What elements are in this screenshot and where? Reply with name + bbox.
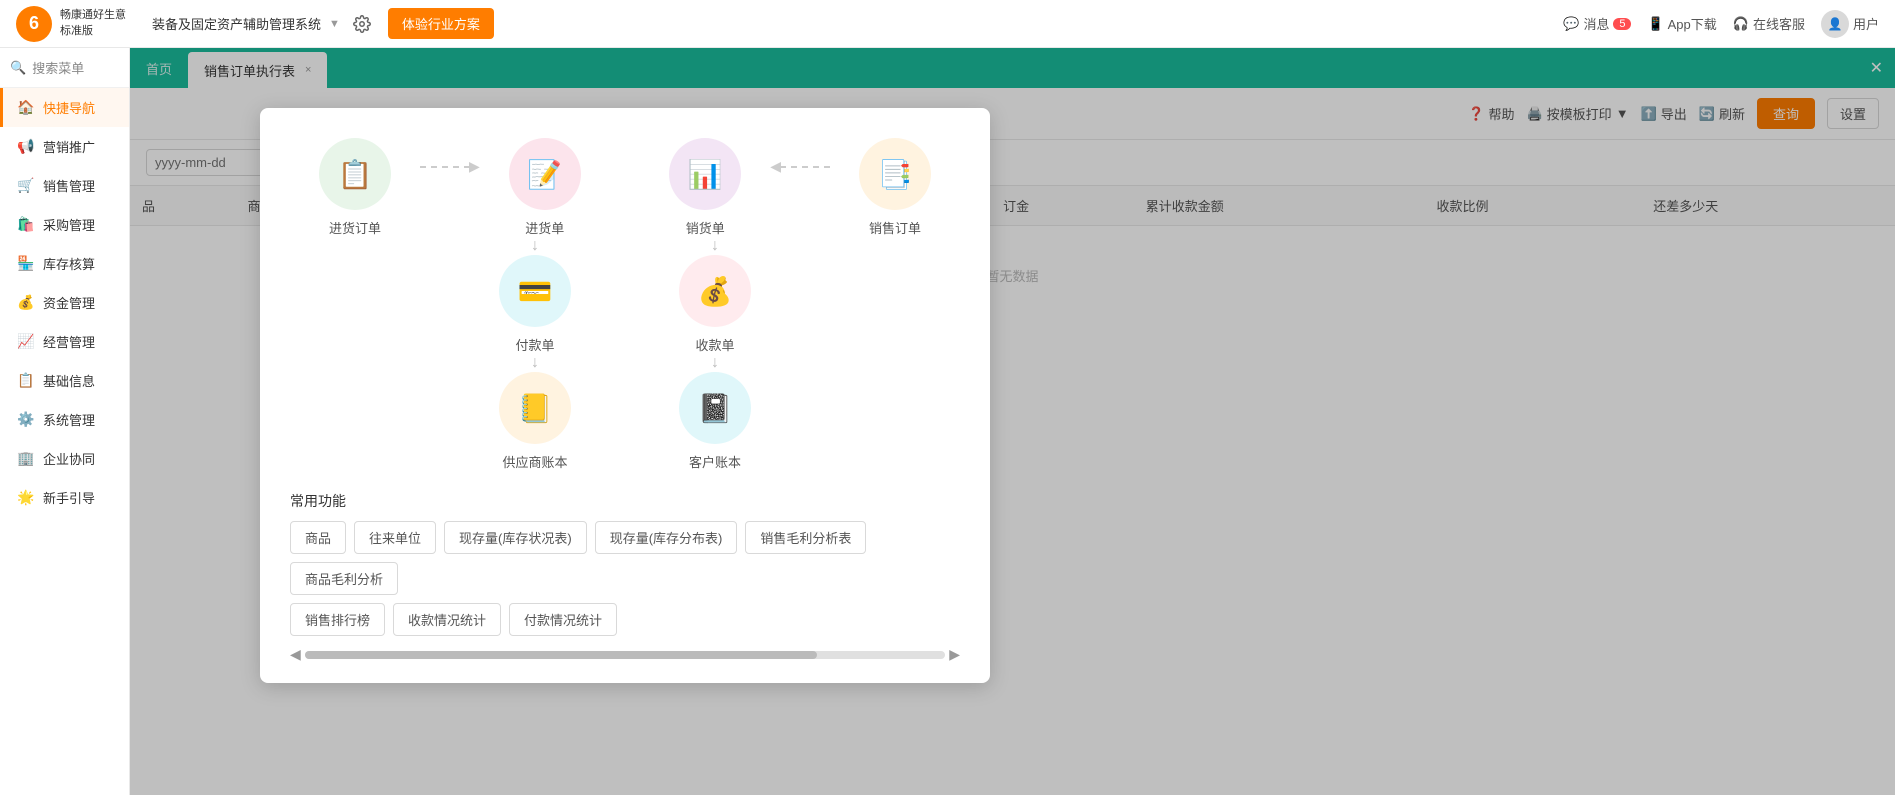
flow-node-purchase-order[interactable]: 📋 进货订单: [290, 138, 420, 237]
home-icon: 🏠: [17, 99, 35, 117]
supplier-ledger-icon: 📒: [518, 392, 553, 425]
flow-node-payment[interactable]: 💳 付款单: [470, 255, 600, 354]
flow-node-sales-bill[interactable]: 📊 销货单: [640, 138, 770, 237]
purchase-bill-circle: 📝: [509, 138, 581, 210]
receipt-label: 收款单: [695, 335, 734, 354]
purchase-icon: 🛍️: [17, 216, 35, 234]
message-badge: 5: [1613, 18, 1631, 30]
sales-order-icon: 📑: [878, 158, 913, 191]
user-menu[interactable]: 👤 用户: [1821, 10, 1879, 38]
marketing-icon: 📢: [17, 138, 35, 156]
scroll-right-btn[interactable]: ▶: [949, 646, 960, 663]
func-btn-payment-stats[interactable]: 付款情况统计: [509, 603, 617, 636]
func-btn-sales-margin[interactable]: 销售毛利分析表: [745, 521, 866, 554]
purchase-order-icon: 📋: [338, 158, 373, 191]
newbie-icon: 🌟: [17, 489, 35, 507]
customer-ledger-circle: 📓: [679, 372, 751, 444]
flow-node-customer-ledger[interactable]: 📓 客户账本: [650, 372, 780, 471]
purchase-bill-label: 进货单: [525, 218, 564, 237]
online-service-button[interactable]: 🎧 在线客服: [1733, 14, 1805, 33]
func-buttons-row1: 商品 往来单位 现存量(库存状况表) 现存量(库存分布表) 销售毛利分析表 商品…: [290, 521, 960, 595]
message-icon: 💬: [1563, 16, 1579, 32]
func-btn-inventory-status[interactable]: 现存量(库存状况表): [444, 521, 587, 554]
payment-label: 付款单: [515, 335, 554, 354]
common-funcs: 常用功能 商品 往来单位 现存量(库存状况表) 现存量(库存分布表) 销售毛利分…: [290, 491, 960, 636]
top-bar: 6 畅康通好生意 标准版 装备及固定资产辅助管理系统 ▼ 体验行业方案 💬 消息…: [0, 0, 1895, 48]
top-bar-right: 💬 消息 5 📱 App下载 🎧 在线客服 👤 用户: [1563, 10, 1879, 38]
sidebar: 🔍 搜索菜单 🏠 快捷导航 📢 营销推广 🛒 销售管理 🛍️ 采购管理 🏪: [0, 48, 130, 795]
purchase-order-circle: 📋: [319, 138, 391, 210]
sidebar-item-system[interactable]: ⚙️ 系统管理: [0, 400, 129, 439]
logo-text: 畅康通好生意 标准版: [60, 8, 126, 39]
logo-area: 6 畅康通好生意 标准版: [16, 6, 136, 42]
experience-button[interactable]: 体验行业方案: [388, 8, 494, 39]
sidebar-item-inventory[interactable]: 🏪 库存核算: [0, 244, 129, 283]
operations-icon: 📈: [17, 333, 35, 351]
message-button[interactable]: 💬 消息 5: [1563, 14, 1631, 33]
popup-card: 📋 进货订单 ▶ 📝 进货单: [260, 108, 990, 683]
sales-bill-circle: 📊: [669, 138, 741, 210]
system-icon: ⚙️: [17, 411, 35, 429]
system-title: 装备及固定资产辅助管理系统: [152, 14, 321, 33]
customer-ledger-icon: 📓: [698, 392, 733, 425]
sales-icon: 🛒: [17, 177, 35, 195]
sales-order-label: 销售订单: [869, 218, 921, 237]
sidebar-item-newbie[interactable]: 🌟 新手引导: [0, 478, 129, 517]
func-btn-product-margin[interactable]: 商品毛利分析: [290, 562, 398, 595]
flow-node-sales-order[interactable]: 📑 销售订单: [830, 138, 960, 237]
search-menu-button[interactable]: 🔍 搜索菜单: [0, 48, 129, 88]
payment-icon: 💳: [518, 275, 553, 308]
sidebar-item-purchase[interactable]: 🛍️ 采购管理: [0, 205, 129, 244]
inventory-icon: 🏪: [17, 255, 35, 273]
receipt-circle: 💰: [679, 255, 751, 327]
sidebar-item-operations[interactable]: 📈 经营管理: [0, 322, 129, 361]
payment-circle: 💳: [499, 255, 571, 327]
content-area: 首页 销售订单执行表 × ✕ ❓ 帮助 🖨️ 按模板打印: [130, 48, 1895, 795]
flow-node-supplier-ledger[interactable]: 📒 供应商账本: [470, 372, 600, 471]
base-info-icon: 📋: [17, 372, 35, 390]
settings-button[interactable]: [348, 10, 376, 38]
sidebar-item-marketing[interactable]: 📢 营销推广: [0, 127, 129, 166]
sidebar-item-sales[interactable]: 🛒 销售管理: [0, 166, 129, 205]
scroll-area[interactable]: ◀ ▶: [290, 646, 960, 663]
avatar: 👤: [1821, 10, 1849, 38]
flow-node-purchase-bill[interactable]: 📝 进货单: [480, 138, 610, 237]
sales-bill-icon: 📊: [688, 158, 723, 191]
func-btn-inventory-dist[interactable]: 现存量(库存分布表): [595, 521, 738, 554]
supplier-ledger-label: 供应商账本: [502, 452, 567, 471]
sidebar-item-base-info[interactable]: 📋 基础信息: [0, 361, 129, 400]
scroll-thumb: [305, 651, 817, 659]
logo-icon: 6: [16, 6, 52, 42]
func-buttons-row2: 销售排行榜 收款情况统计 付款情况统计: [290, 603, 960, 636]
purchase-order-label: 进货订单: [329, 218, 381, 237]
download-icon: 📱: [1647, 16, 1663, 32]
scroll-track: [305, 651, 945, 659]
service-icon: 🎧: [1733, 16, 1749, 32]
search-icon: 🔍: [10, 60, 26, 76]
finance-icon: 💰: [17, 294, 35, 312]
sales-bill-label: 销货单: [686, 218, 725, 237]
func-btn-sales-rank[interactable]: 销售排行榜: [290, 603, 385, 636]
supplier-ledger-circle: 📒: [499, 372, 571, 444]
sidebar-item-quick-nav[interactable]: 🏠 快捷导航: [0, 88, 129, 127]
sales-order-circle: 📑: [859, 138, 931, 210]
receipt-icon: 💰: [698, 275, 733, 308]
enterprise-icon: 🏢: [17, 450, 35, 468]
dropdown-icon[interactable]: ▼: [329, 18, 340, 30]
flow-node-receipt[interactable]: 💰 收款单: [650, 255, 780, 354]
sidebar-item-enterprise[interactable]: 🏢 企业协同: [0, 439, 129, 478]
common-funcs-title: 常用功能: [290, 491, 960, 511]
func-btn-counterpart[interactable]: 往来单位: [354, 521, 436, 554]
app-download-button[interactable]: 📱 App下载: [1647, 14, 1716, 33]
func-btn-product[interactable]: 商品: [290, 521, 346, 554]
purchase-bill-icon: 📝: [527, 158, 562, 191]
customer-ledger-label: 客户账本: [689, 452, 741, 471]
scroll-left-btn[interactable]: ◀: [290, 646, 301, 663]
sidebar-item-finance[interactable]: 💰 资金管理: [0, 283, 129, 322]
func-btn-receipt-stats[interactable]: 收款情况统计: [393, 603, 501, 636]
